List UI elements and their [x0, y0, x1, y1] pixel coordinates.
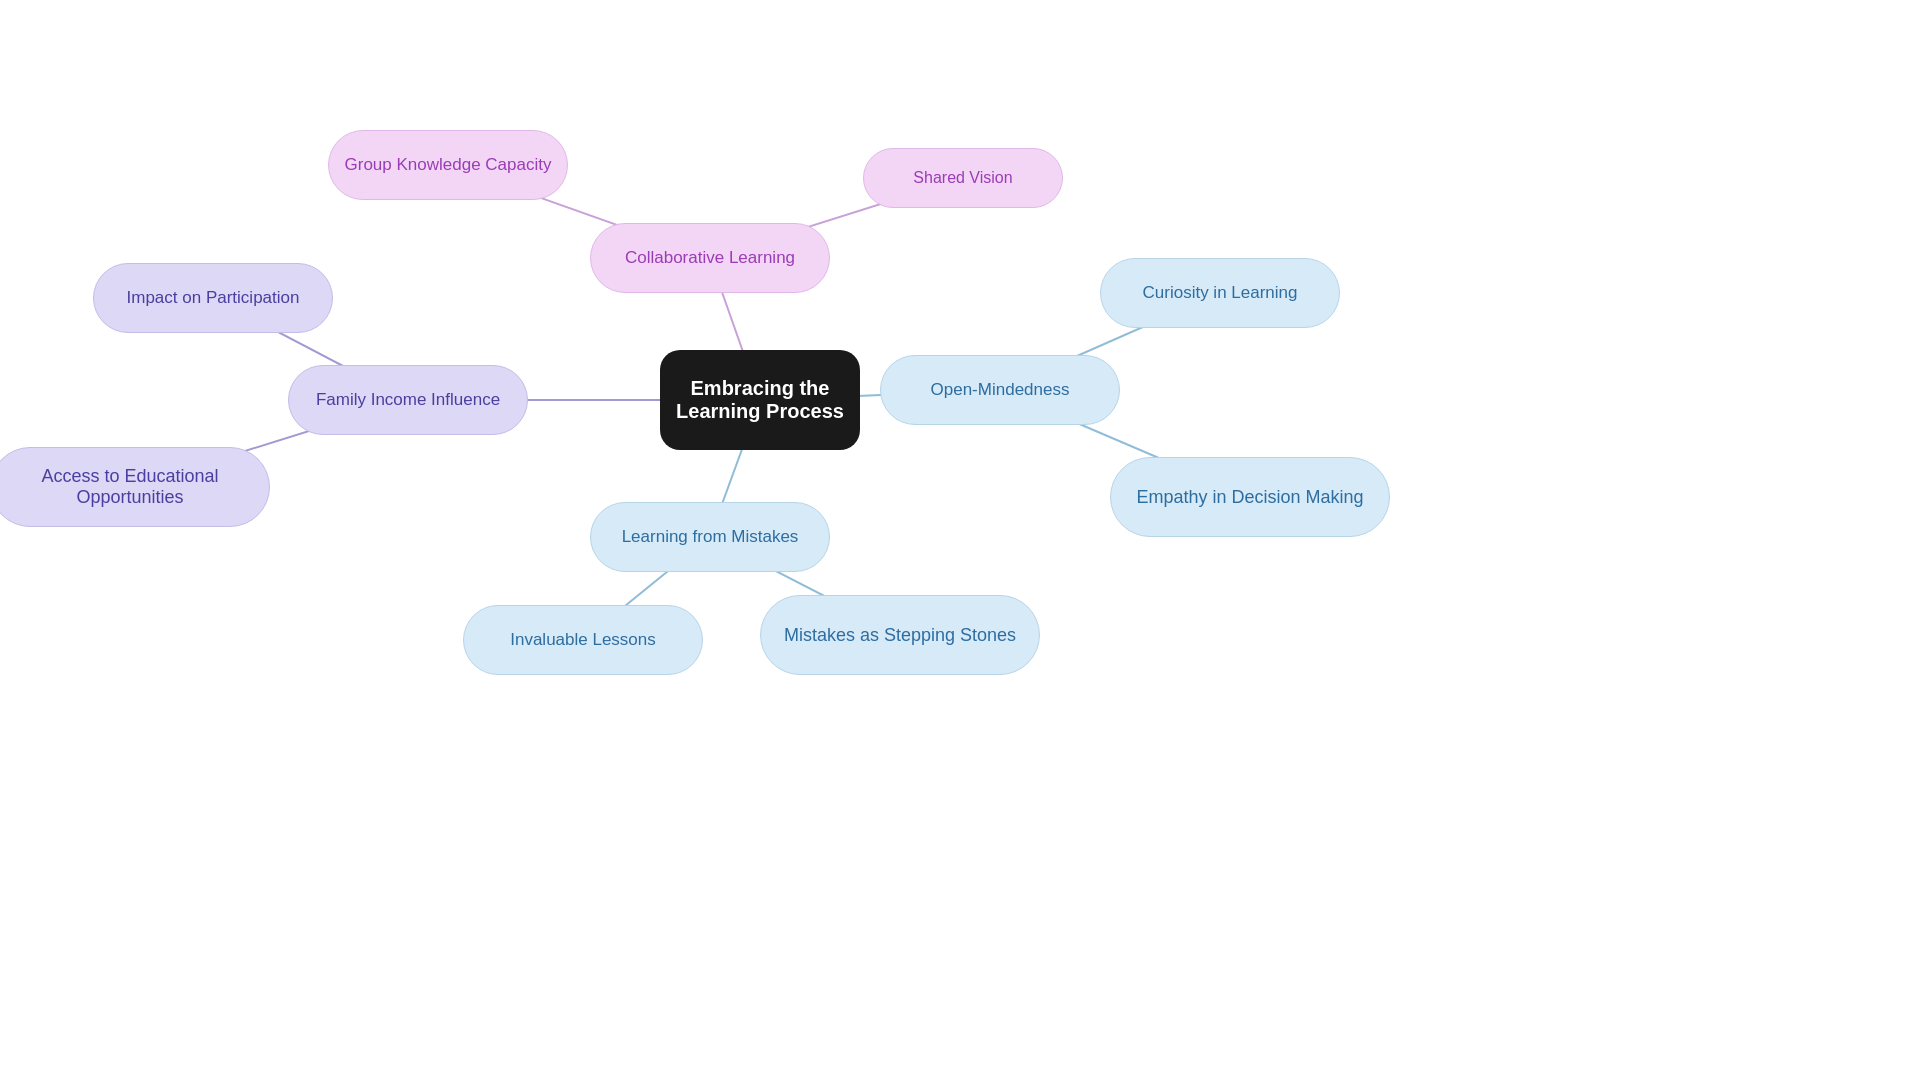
- node-impact-participation[interactable]: Impact on Participation: [93, 263, 333, 333]
- mindmap-container: Embracing the Learning Process Collaborat…: [0, 0, 1920, 1083]
- node-learning-mistakes[interactable]: Learning from Mistakes: [590, 502, 830, 572]
- node-family-income[interactable]: Family Income Influence: [288, 365, 528, 435]
- node-curiosity-learning[interactable]: Curiosity in Learning: [1100, 258, 1340, 328]
- node-shared-vision[interactable]: Shared Vision: [863, 148, 1063, 208]
- node-collaborative-learning[interactable]: Collaborative Learning: [590, 223, 830, 293]
- node-empathy-decision[interactable]: Empathy in Decision Making: [1110, 457, 1390, 537]
- node-open-mindedness[interactable]: Open-Mindedness: [880, 355, 1120, 425]
- node-group-knowledge[interactable]: Group Knowledge Capacity: [328, 130, 568, 200]
- node-access-educational[interactable]: Access to Educational Opportunities: [0, 447, 270, 527]
- center-node[interactable]: Embracing the Learning Process: [660, 350, 860, 450]
- node-stepping-stones[interactable]: Mistakes as Stepping Stones: [760, 595, 1040, 675]
- node-invaluable-lessons[interactable]: Invaluable Lessons: [463, 605, 703, 675]
